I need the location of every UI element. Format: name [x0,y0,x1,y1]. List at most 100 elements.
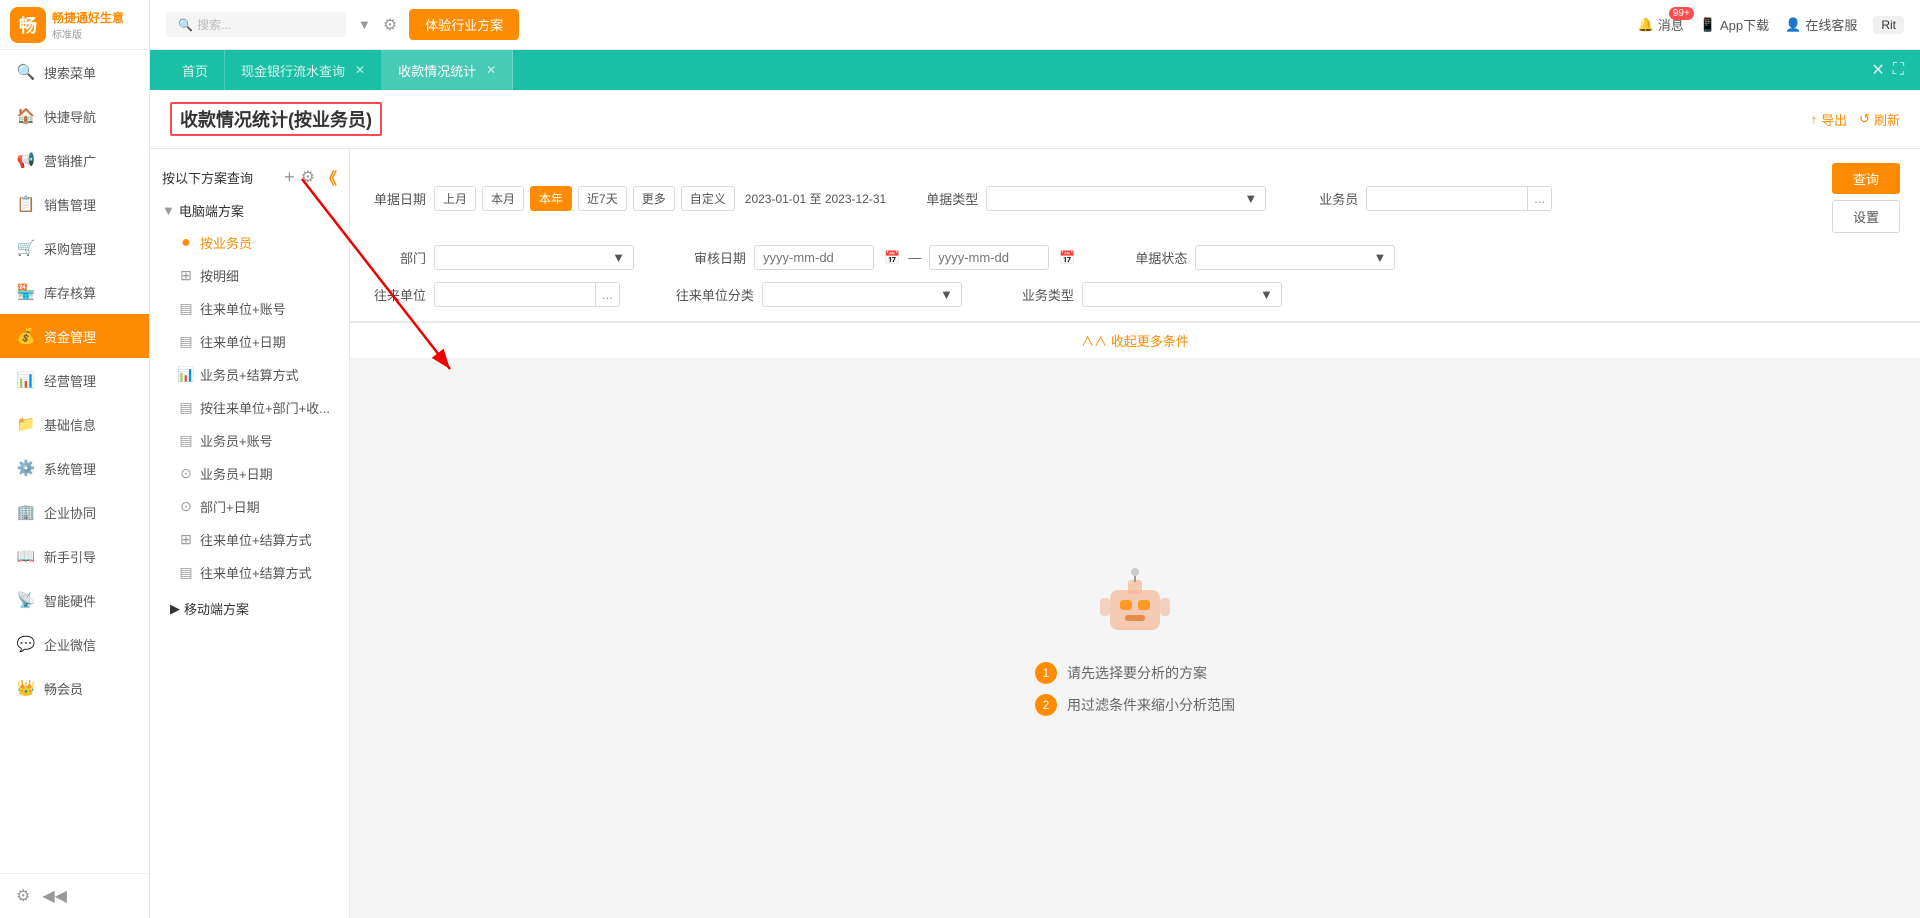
scheme-clock-icon-2: ⊙ [178,499,194,515]
scheme-item-by-salesperson-settle[interactable]: 📊 业务员+结算方式 [150,358,349,391]
date-btn-more[interactable]: 更多 [633,186,675,211]
close-window-icon[interactable]: ✕ [1871,60,1884,80]
sidebar-item-member[interactable]: 👑 畅会员 [0,666,149,710]
sidebar-item-search-menu[interactable]: 🔍 搜索菜单 [0,50,149,94]
sidebar-item-inventory[interactable]: 🏪 库存核算 [0,270,149,314]
date-btn-7days[interactable]: 近7天 [578,186,627,211]
header-actions: ↑ 导出 ↺ 刷新 [1811,110,1900,129]
settings-scheme-icon[interactable]: ⚙ [301,167,315,187]
scheme-item-by-unit-settle2[interactable]: ▤ 往来单位+结算方式 [150,556,349,589]
filter-audit-date-item: 审核日期 📅 — 📅 [690,245,1075,270]
counterpart-cat-dropdown-icon: ▼ [940,287,953,302]
tab-bank-flow-close[interactable]: ✕ [355,63,365,77]
mobile-group-arrow: ▶ [170,601,180,617]
audit-date-to-input[interactable] [929,245,1049,270]
app-download-button[interactable]: 📱 App下载 [1700,15,1769,34]
tab-collection-stats[interactable]: 收款情况统计 ✕ [382,50,513,90]
filter-date-item: 单据日期 上月 本月 本年 近7天 更多 自定义 2023-01-01 至 20… [370,186,886,211]
biz-type-select[interactable]: ▼ [1082,282,1282,307]
date-btn-this-month[interactable]: 本月 [482,186,524,211]
filter-dept-item: 部门 ▼ [370,245,634,270]
topbar-gear-icon[interactable]: ⚙ [383,15,397,35]
sidebar-item-wechat[interactable]: 💬 企业微信 [0,622,149,666]
biz-type-dropdown-icon: ▼ [1260,287,1273,302]
sidebar-item-purchase[interactable]: 🛒 采购管理 [0,226,149,270]
tab-home[interactable]: 首页 [166,50,225,90]
doc-type-dropdown-icon: ▼ [1244,191,1257,206]
dept-select[interactable]: ▼ [434,245,634,270]
tab-bank-flow[interactable]: 现金银行流水查询 ✕ [225,50,382,90]
desktop-group-title[interactable]: ▼ 电脑端方案 [150,195,349,226]
tab-collection-stats-close[interactable]: ✕ [486,63,496,77]
audit-date-from-input[interactable] [754,245,874,270]
sidebar-item-operations[interactable]: 📊 经营管理 [0,358,149,402]
doc-status-select[interactable]: ▼ [1195,245,1395,270]
scheme-item-by-unit-settle1[interactable]: ⊞ 往来单位+结算方式 [150,523,349,556]
empty-step-1: 1 请先选择要分析的方案 [1035,662,1235,684]
scheme-table-icon-2: ▤ [178,334,194,350]
trial-button[interactable]: 体验行业方案 [409,9,519,40]
download-icon: 📱 [1700,17,1716,33]
logo-icon: 畅 [10,7,46,43]
doc-type-select[interactable]: ▼ [986,186,1266,211]
add-scheme-icon[interactable]: + [284,167,295,188]
purchase-icon: 🛒 [16,238,36,258]
scheme-item-by-unit-date[interactable]: ▤ 往来单位+日期 [150,325,349,358]
sidebar-item-quick-nav[interactable]: 🏠 快捷导航 [0,94,149,138]
scheme-item-by-salesperson[interactable]: ● 按业务员 [150,226,349,259]
sidebar-item-marketing[interactable]: 📢 营销推广 [0,138,149,182]
online-service-button[interactable]: 👤 在线客服 [1785,15,1857,34]
sidebar-item-system[interactable]: ⚙️ 系统管理 [0,446,149,490]
scheme-item-by-unit-account[interactable]: ▤ 往来单位+账号 [150,292,349,325]
sidebar-item-sales[interactable]: 📋 销售管理 [0,182,149,226]
scheme-item-by-dept-date[interactable]: ⊙ 部门+日期 [150,490,349,523]
topbar-dropdown-icon[interactable]: ▼ [358,17,371,32]
date-btn-this-year[interactable]: 本年 [530,186,572,211]
smart-hw-icon: 📡 [16,590,36,610]
scheme-item-by-detail[interactable]: ⊞ 按明细 [150,259,349,292]
export-button[interactable]: ↑ 导出 [1811,110,1848,129]
filter-doctype-item: 单据类型 ▼ [922,186,1266,211]
operations-icon: 📊 [16,370,36,390]
collapse-sidebar-icon[interactable]: ◀◀ [42,886,67,906]
sidebar-item-finance[interactable]: 💰 资金管理 [0,314,149,358]
date-btn-last-month[interactable]: 上月 [434,186,476,211]
sidebar-item-basic-info[interactable]: 📁 基础信息 [0,402,149,446]
sidebar-item-enterprise[interactable]: 🏢 企业协同 [0,490,149,534]
counterpart-input[interactable] [435,283,595,306]
page-header: 收款情况统计(按业务员) ↑ 导出 ↺ 刷新 [150,90,1920,149]
search-icon: 🔍 [178,18,193,32]
collapse-panel-icon[interactable]: 《 [321,165,337,189]
sidebar-item-guide[interactable]: 📖 新手引导 [0,534,149,578]
settings-footer-icon[interactable]: ⚙ [16,886,30,906]
empty-state: 1 请先选择要分析的方案 2 用过滤条件来缩小分析范围 [350,358,1920,918]
user-name[interactable]: Rit [1873,16,1904,34]
scheme-item-by-salesperson-account[interactable]: ▤ 业务员+账号 [150,424,349,457]
salesperson-more-icon[interactable]: ... [1527,187,1551,210]
empty-robot-icon [1090,560,1180,650]
refresh-button[interactable]: ↺ 刷新 [1859,110,1900,129]
settings-button[interactable]: 设置 [1832,200,1900,233]
mobile-group-title[interactable]: ▶ 移动端方案 [150,593,349,624]
salesperson-input-group: ... [1366,186,1552,211]
tabbar-right: ✕ ⛶ [1871,60,1904,80]
system-icon: ⚙️ [16,458,36,478]
messages-button[interactable]: 🔔 消息 99+ [1638,15,1684,34]
topbar: 🔍 搜索... ▼ ⚙ 体验行业方案 🔔 消息 99+ 📱 App下载 👤 在线… [150,0,1920,50]
service-icon: 👤 [1785,17,1801,33]
dept-dropdown-icon: ▼ [612,250,625,265]
salesperson-input[interactable] [1367,187,1527,210]
date-btn-custom[interactable]: 自定义 [681,186,735,211]
scheme-item-by-unit-dept[interactable]: ▤ 按往来单位+部门+收... [150,391,349,424]
query-button[interactable]: 查询 [1832,163,1900,194]
sidebar-item-smart-hw[interactable]: 📡 智能硬件 [0,578,149,622]
maximize-window-icon[interactable]: ⛶ [1893,61,1904,79]
left-panel: 按以下方案查询 + ⚙ 《 ▼ 电脑端方案 ● 按业务员 ⊞ [150,149,350,918]
counterpart-category-select[interactable]: ▼ [762,282,962,307]
export-icon: ↑ [1811,112,1818,127]
topbar-search[interactable]: 🔍 搜索... [166,12,346,37]
counterpart-more-icon[interactable]: ... [595,283,619,306]
collapse-filter-bar[interactable]: ∧∧ 收起更多条件 [350,322,1920,358]
scheme-item-by-salesperson-date[interactable]: ⊙ 业务员+日期 [150,457,349,490]
collapse-icon: ∧∧ [1081,334,1107,349]
